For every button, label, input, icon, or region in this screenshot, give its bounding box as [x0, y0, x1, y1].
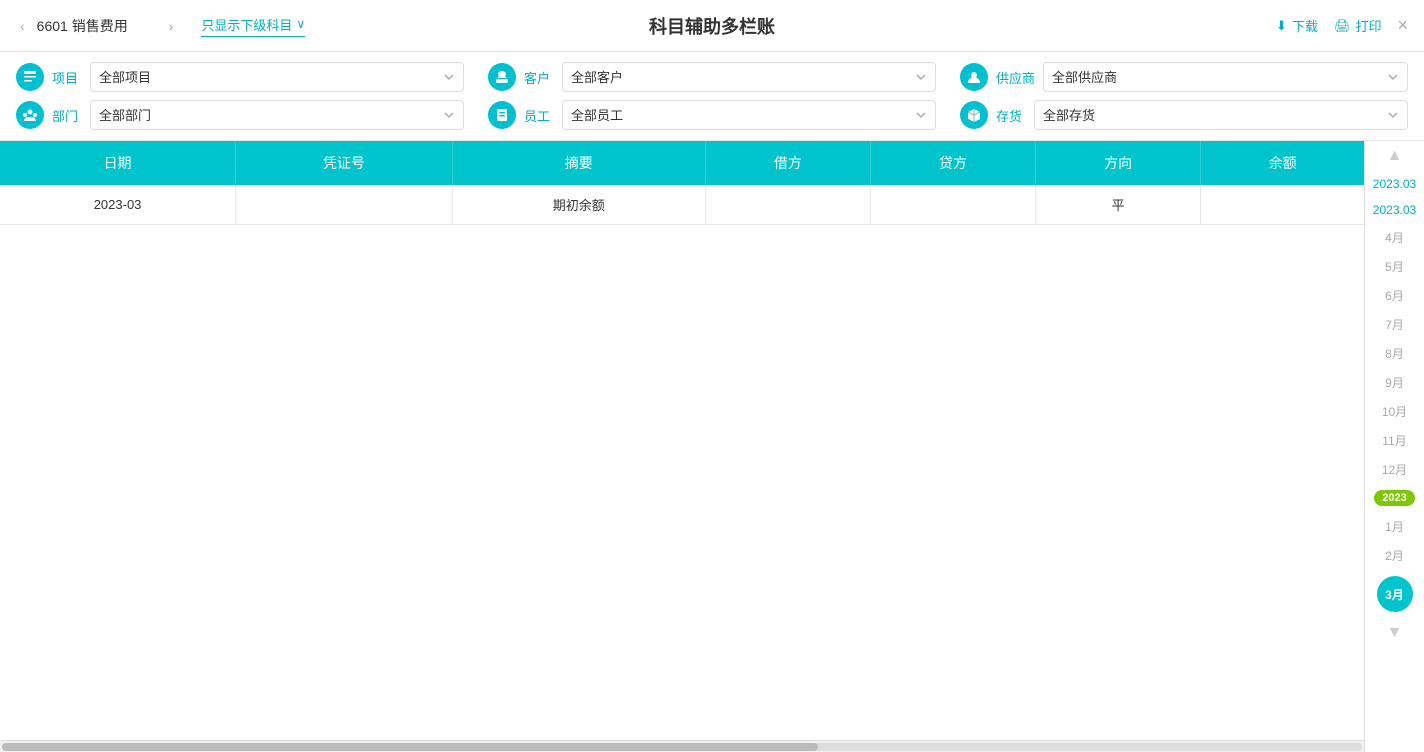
- filter-bar: 项目 全部项目 客户 全部客户: [0, 52, 1424, 141]
- filter-item-employee: 员工 全部员工: [488, 100, 936, 130]
- show-sub-button[interactable]: 只显示下级科目 ∨: [201, 15, 305, 37]
- cell-balance: [1201, 185, 1364, 225]
- show-sub-arrow-icon: ∨: [296, 17, 305, 31]
- print-label: 打印: [1355, 16, 1381, 35]
- main-window: ‹ 6601 销售费用 › 只显示下级科目 ∨ 科目辅助多栏账 ⬇ 下载 🖨 打…: [0, 0, 1424, 752]
- print-icon: 🖨: [1334, 18, 1351, 34]
- period-april[interactable]: 4月: [1365, 223, 1424, 252]
- side-panel: ▲ 2023.03 2023.03 4月 5月 6月 7月 8月 9月 10月 …: [1364, 141, 1424, 752]
- period-september[interactable]: 9月: [1365, 368, 1424, 397]
- nav-next-button[interactable]: ›: [165, 16, 178, 36]
- cell-direction: 平: [1036, 185, 1201, 225]
- table-row: 2023-03 期初余额 平: [0, 185, 1364, 225]
- project-select[interactable]: 全部项目: [90, 62, 464, 92]
- customer-label: 客户: [524, 68, 554, 87]
- project-label: 项目: [52, 68, 82, 87]
- col-debit: 借方: [705, 141, 870, 185]
- employee-select[interactable]: 全部员工: [562, 100, 936, 130]
- scrollbar-track: [2, 743, 1362, 751]
- project-icon: [16, 63, 44, 91]
- table-scroll[interactable]: 日期 凭证号 摘要 借方 贷方 方向 余额 2023-03 期初余额 平: [0, 141, 1364, 740]
- period-may[interactable]: 5月: [1365, 252, 1424, 281]
- col-direction: 方向: [1036, 141, 1201, 185]
- side-scroll-up[interactable]: ▲: [1365, 141, 1424, 171]
- inventory-icon: [960, 101, 988, 129]
- period-june[interactable]: 6月: [1365, 281, 1424, 310]
- download-button[interactable]: ⬇ 下载: [1276, 16, 1318, 35]
- inventory-select[interactable]: 全部存货: [1034, 100, 1408, 130]
- cell-credit: [870, 185, 1035, 225]
- period-october[interactable]: 10月: [1365, 397, 1424, 426]
- filter-item-dept: 部门 全部部门: [16, 100, 464, 130]
- table-header-row: 日期 凭证号 摘要 借方 贷方 方向 余额: [0, 141, 1364, 185]
- period-feb[interactable]: 2月: [1365, 541, 1424, 570]
- year-2023-badge[interactable]: 2023: [1365, 484, 1424, 512]
- print-button[interactable]: 🖨 打印: [1334, 16, 1382, 35]
- filter-item-customer: 客户 全部客户: [488, 62, 936, 92]
- data-table: 日期 凭证号 摘要 借方 贷方 方向 余额 2023-03 期初余额 平: [0, 141, 1364, 225]
- period-december[interactable]: 12月: [1365, 455, 1424, 484]
- period-july[interactable]: 7月: [1365, 310, 1424, 339]
- col-voucher: 凭证号: [236, 141, 452, 185]
- cell-debit: [705, 185, 870, 225]
- table-area: 日期 凭证号 摘要 借方 贷方 方向 余额 2023-03 期初余额 平: [0, 141, 1364, 752]
- main-area: 日期 凭证号 摘要 借方 贷方 方向 余额 2023-03 期初余额 平: [0, 141, 1424, 752]
- year-badge-label: 2023: [1374, 490, 1414, 506]
- side-scroll-down[interactable]: ▼: [1365, 618, 1424, 648]
- close-button[interactable]: ×: [1397, 15, 1408, 36]
- account-code-label: 6601 销售费用: [37, 16, 157, 36]
- dept-select[interactable]: 全部部门: [90, 100, 464, 130]
- cell-date: 2023-03: [0, 185, 236, 225]
- titlebar-left: ‹ 6601 销售费用 › 只显示下级科目 ∨: [16, 15, 305, 37]
- employee-icon: [488, 101, 516, 129]
- dept-label: 部门: [52, 106, 82, 125]
- period-november[interactable]: 11月: [1365, 426, 1424, 455]
- show-sub-label: 只显示下级科目: [201, 15, 292, 34]
- col-balance: 余额: [1201, 141, 1364, 185]
- cell-summary: 期初余额: [452, 185, 705, 225]
- period-2023-03-second[interactable]: 2023.03: [1365, 197, 1424, 223]
- download-label: 下载: [1292, 16, 1318, 35]
- dept-icon: [16, 101, 44, 129]
- supplier-select[interactable]: 全部供应商: [1043, 62, 1408, 92]
- filter-item-supplier: 供应商 全部供应商: [960, 62, 1408, 92]
- col-summary: 摘要: [452, 141, 705, 185]
- col-credit: 贷方: [870, 141, 1035, 185]
- customer-select[interactable]: 全部客户: [562, 62, 936, 92]
- inventory-label: 存货: [996, 106, 1026, 125]
- page-title: 科目辅助多栏账: [649, 13, 775, 39]
- filter-item-project: 项目 全部项目: [16, 62, 464, 92]
- horizontal-scrollbar[interactable]: [0, 740, 1364, 752]
- download-icon: ⬇: [1276, 18, 1287, 34]
- active-month-circle[interactable]: 3月: [1377, 576, 1413, 612]
- cell-voucher: [236, 185, 452, 225]
- period-2023-03-first[interactable]: 2023.03: [1365, 171, 1424, 197]
- nav-prev-button[interactable]: ‹: [16, 16, 29, 36]
- employee-label: 员工: [524, 106, 554, 125]
- supplier-label: 供应商: [996, 68, 1035, 87]
- col-date: 日期: [0, 141, 236, 185]
- titlebar: ‹ 6601 销售费用 › 只显示下级科目 ∨ 科目辅助多栏账 ⬇ 下载 🖨 打…: [0, 0, 1424, 52]
- supplier-icon: [960, 63, 988, 91]
- scrollbar-thumb: [2, 743, 818, 751]
- titlebar-right: ⬇ 下载 🖨 打印 ×: [1276, 15, 1408, 36]
- period-august[interactable]: 8月: [1365, 339, 1424, 368]
- period-jan[interactable]: 1月: [1365, 512, 1424, 541]
- customer-icon: [488, 63, 516, 91]
- filter-item-inventory: 存货 全部存货: [960, 100, 1408, 130]
- period-march-active[interactable]: 3月: [1365, 570, 1424, 618]
